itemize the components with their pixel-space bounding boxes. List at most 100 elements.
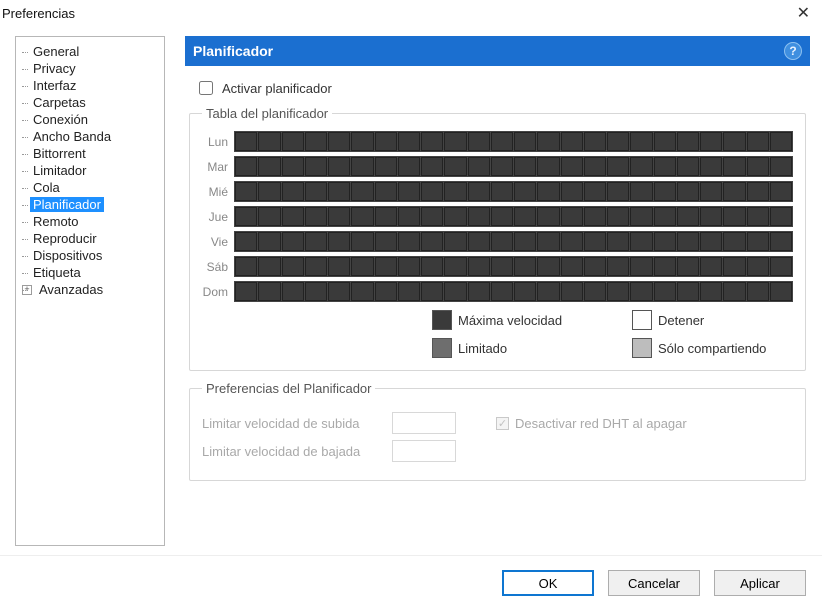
schedule-cell[interactable] <box>630 282 652 301</box>
schedule-cell[interactable] <box>770 232 792 251</box>
schedule-cell[interactable] <box>723 232 745 251</box>
schedule-cell[interactable] <box>491 257 513 276</box>
schedule-cell[interactable] <box>747 282 769 301</box>
tree-item-conexión[interactable]: Conexión <box>18 111 164 128</box>
schedule-cell[interactable] <box>654 257 676 276</box>
schedule-cell[interactable] <box>607 282 629 301</box>
schedule-cell[interactable] <box>700 207 722 226</box>
schedule-cell[interactable] <box>444 157 466 176</box>
schedule-cell[interactable] <box>630 207 652 226</box>
schedule-cell[interactable] <box>561 182 583 201</box>
expand-icon[interactable]: + <box>22 285 32 295</box>
schedule-cell[interactable] <box>328 157 350 176</box>
schedule-cell[interactable] <box>351 282 373 301</box>
schedule-cell[interactable] <box>723 182 745 201</box>
schedule-cell[interactable] <box>630 232 652 251</box>
apply-button[interactable]: Aplicar <box>714 570 806 596</box>
schedule-cell[interactable] <box>654 182 676 201</box>
schedule-cell[interactable] <box>770 282 792 301</box>
enable-scheduler-input[interactable] <box>199 81 213 95</box>
schedule-cell[interactable] <box>584 282 606 301</box>
tree-item-etiqueta[interactable]: Etiqueta <box>18 264 164 281</box>
schedule-cell[interactable] <box>258 282 280 301</box>
enable-scheduler-checkbox[interactable]: Activar planificador <box>195 78 806 98</box>
tree-item-planificador[interactable]: Planificador <box>18 196 164 213</box>
schedule-cell[interactable] <box>468 132 490 151</box>
tree-item-reproducir[interactable]: Reproducir <box>18 230 164 247</box>
schedule-cell[interactable] <box>421 232 443 251</box>
schedule-cell[interactable] <box>258 257 280 276</box>
schedule-cell[interactable] <box>491 232 513 251</box>
schedule-cell[interactable] <box>747 182 769 201</box>
schedule-cell[interactable] <box>654 282 676 301</box>
schedule-cell[interactable] <box>468 232 490 251</box>
schedule-cell[interactable] <box>654 207 676 226</box>
tree-item-carpetas[interactable]: Carpetas <box>18 94 164 111</box>
schedule-cell[interactable] <box>630 182 652 201</box>
schedule-cell[interactable] <box>258 182 280 201</box>
tree-item-bittorrent[interactable]: Bittorrent <box>18 145 164 162</box>
schedule-cell[interactable] <box>328 182 350 201</box>
schedule-cell[interactable] <box>654 132 676 151</box>
schedule-cell[interactable] <box>468 282 490 301</box>
schedule-cell[interactable] <box>677 232 699 251</box>
schedule-cell[interactable] <box>514 207 536 226</box>
schedule-cell[interactable] <box>305 232 327 251</box>
schedule-cell[interactable] <box>491 157 513 176</box>
schedule-cell[interactable] <box>328 282 350 301</box>
schedule-cell[interactable] <box>747 232 769 251</box>
schedule-cell[interactable] <box>235 207 257 226</box>
schedule-cell[interactable] <box>491 182 513 201</box>
schedule-cell[interactable] <box>491 282 513 301</box>
schedule-cell[interactable] <box>770 257 792 276</box>
tree-item-remoto[interactable]: Remoto <box>18 213 164 230</box>
schedule-cell[interactable] <box>235 132 257 151</box>
schedule-cell[interactable] <box>491 207 513 226</box>
schedule-cell[interactable] <box>351 132 373 151</box>
cancel-button[interactable]: Cancelar <box>608 570 700 596</box>
schedule-cell[interactable] <box>235 282 257 301</box>
schedule-cell[interactable] <box>700 132 722 151</box>
schedule-cell[interactable] <box>561 132 583 151</box>
schedule-cell[interactable] <box>630 132 652 151</box>
schedule-cell[interactable] <box>770 157 792 176</box>
schedule-cell[interactable] <box>282 257 304 276</box>
schedule-cell[interactable] <box>537 232 559 251</box>
schedule-cell[interactable] <box>770 132 792 151</box>
schedule-cell[interactable] <box>514 157 536 176</box>
schedule-cell[interactable] <box>421 182 443 201</box>
schedule-cell[interactable] <box>375 132 397 151</box>
schedule-cell[interactable] <box>723 132 745 151</box>
schedule-cell[interactable] <box>258 207 280 226</box>
schedule-cell[interactable] <box>747 207 769 226</box>
schedule-cell[interactable] <box>607 232 629 251</box>
schedule-cell[interactable] <box>561 282 583 301</box>
schedule-cell[interactable] <box>258 132 280 151</box>
schedule-cell[interactable] <box>677 132 699 151</box>
schedule-cell[interactable] <box>468 257 490 276</box>
schedule-cell[interactable] <box>305 157 327 176</box>
schedule-cell[interactable] <box>282 207 304 226</box>
schedule-cell[interactable] <box>537 282 559 301</box>
schedule-cell[interactable] <box>421 157 443 176</box>
schedule-cell[interactable] <box>584 157 606 176</box>
legend-stop[interactable]: Detener <box>632 310 782 330</box>
schedule-cell[interactable] <box>258 232 280 251</box>
ok-button[interactable]: OK <box>502 570 594 596</box>
schedule-cell[interactable] <box>351 257 373 276</box>
schedule-cell[interactable] <box>770 182 792 201</box>
schedule-cell[interactable] <box>444 207 466 226</box>
schedule-cell[interactable] <box>700 157 722 176</box>
schedule-cell[interactable] <box>514 282 536 301</box>
schedule-cell[interactable] <box>375 257 397 276</box>
schedule-cell[interactable] <box>723 157 745 176</box>
schedule-cell[interactable] <box>561 157 583 176</box>
schedule-cell[interactable] <box>328 232 350 251</box>
schedule-cell[interactable] <box>421 282 443 301</box>
schedule-cell[interactable] <box>305 207 327 226</box>
schedule-cell[interactable] <box>351 182 373 201</box>
schedule-cell[interactable] <box>700 232 722 251</box>
schedule-cell[interactable] <box>468 207 490 226</box>
schedule-cell[interactable] <box>607 182 629 201</box>
schedule-cell[interactable] <box>375 232 397 251</box>
